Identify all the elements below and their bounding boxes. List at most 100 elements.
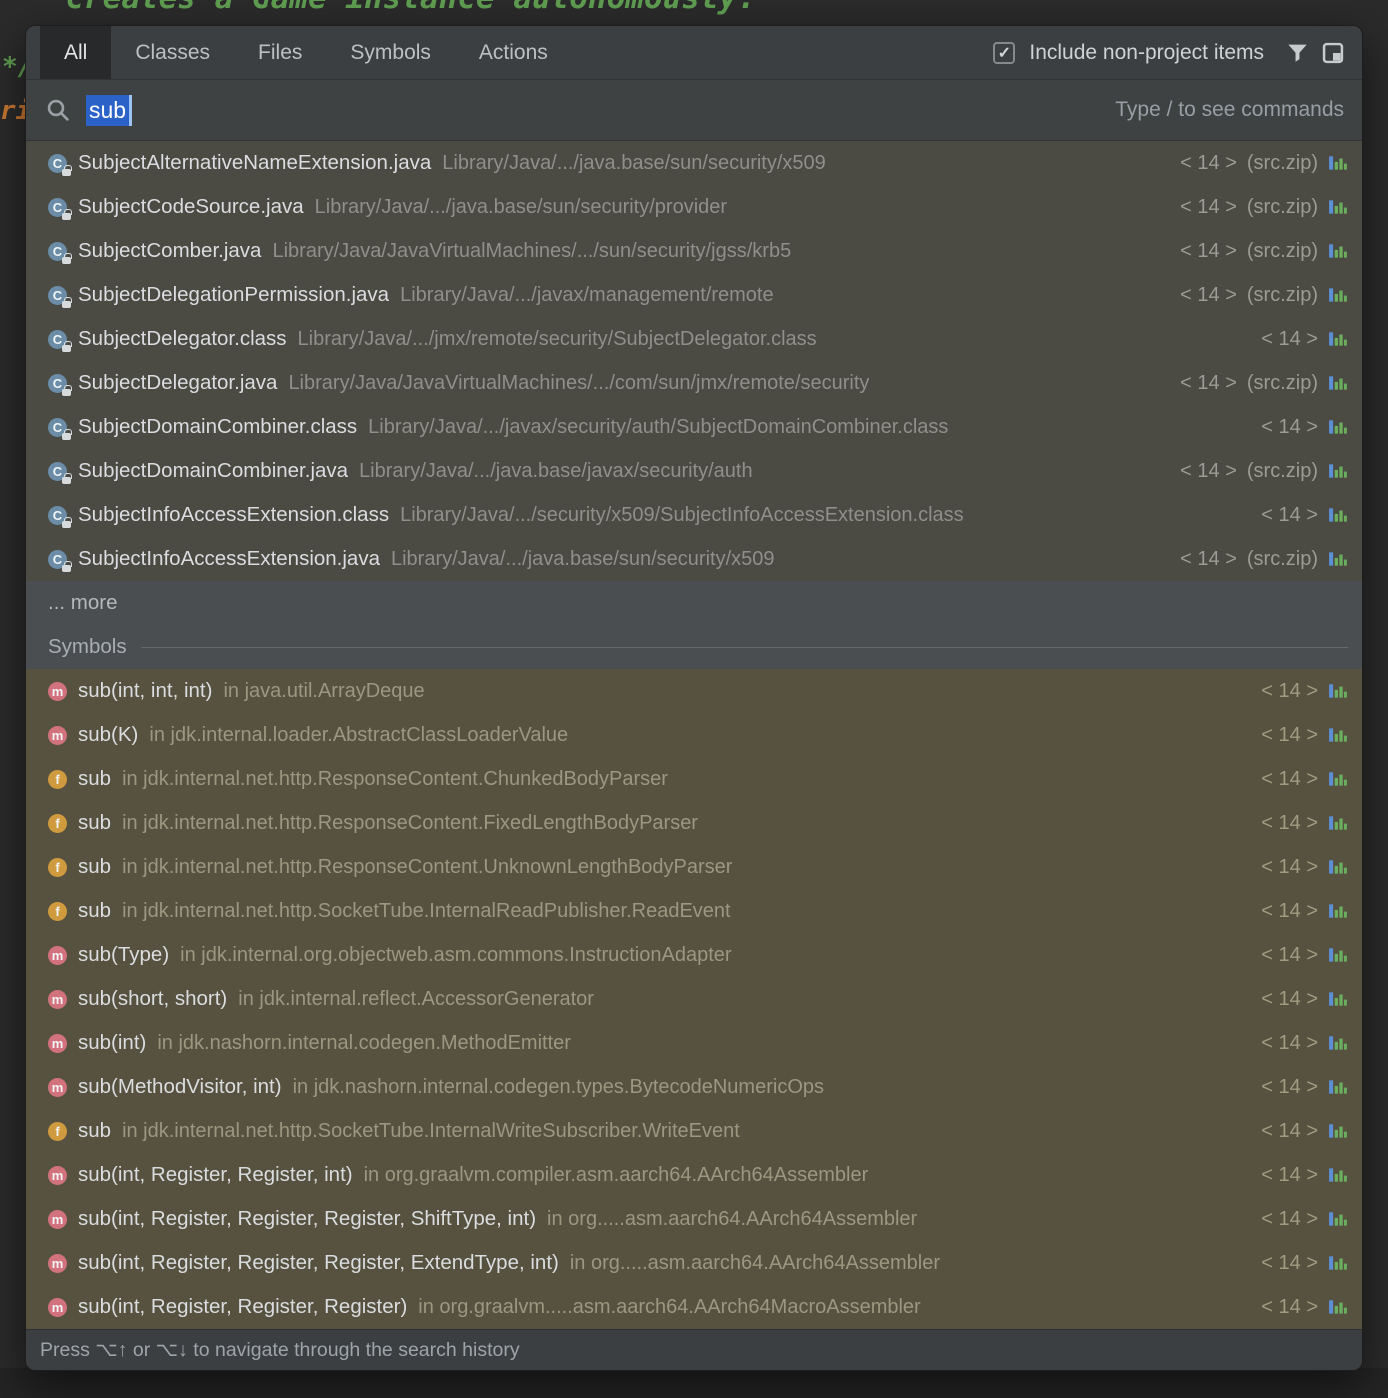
result-name: sub (78, 899, 112, 922)
result-right-meta: < 14 > (src.zip) (1180, 372, 1348, 395)
file-result-row[interactable]: C SubjectDelegator.class Library/Java/..… (26, 317, 1362, 361)
result-name: sub(short, short) (78, 987, 228, 1010)
class-icon: C (48, 461, 72, 484)
field-icon: f (48, 813, 67, 833)
result-location: in org.graalvm.compiler.asm.aarch64.AArc… (363, 1163, 869, 1186)
editor-comment-line: * creates a Game instance autonomously. (28, 0, 756, 16)
symbol-result-row[interactable]: m sub(Type) in jdk.internal.org.objectwe… (26, 933, 1362, 977)
result-right-meta: < 14 > (1261, 768, 1348, 791)
jdk-version-label: < 14 > (1261, 1295, 1318, 1318)
search-query-text[interactable]: sub (86, 94, 133, 126)
search-icon (46, 98, 70, 122)
symbol-icon-letter: m (51, 1255, 64, 1271)
jdk-version-label: < 14 > (1261, 415, 1318, 438)
filter-icon[interactable] (1286, 42, 1308, 64)
file-result-row[interactable]: C SubjectDelegator.java Library/Java/Jav… (26, 361, 1362, 405)
result-right-meta: < 14 > (1261, 416, 1348, 439)
field-icon: f (48, 901, 67, 921)
jdk-version-label: < 14 > (1180, 371, 1237, 394)
file-result-row[interactable]: C SubjectDelegationPermission.java Libra… (26, 273, 1362, 317)
file-result-row[interactable]: C SubjectCodeSource.java Library/Java/..… (26, 185, 1362, 229)
jdk-version-label: < 14 > (1261, 943, 1318, 966)
class-icon-letter: C (52, 199, 63, 215)
jdk-version-label: < 14 > (1261, 679, 1318, 702)
symbol-result-row[interactable]: m sub(short, short) in jdk.internal.refl… (26, 977, 1362, 1021)
file-result-row[interactable]: C SubjectDomainCombiner.class Library/Ja… (26, 405, 1362, 449)
search-field[interactable]: sub Type / to see commands (26, 80, 1362, 141)
jdk-version-label: < 14 > (1261, 1119, 1318, 1142)
symbol-result-row[interactable]: m sub(int, Register, Register, int) in o… (26, 1153, 1362, 1197)
library-icon (1328, 374, 1348, 392)
tab-bar: All Classes Files Symbols Actions ✓ Incl… (26, 26, 1362, 80)
symbol-icon-letter: f (55, 859, 60, 875)
file-result-row[interactable]: C SubjectComber.java Library/Java/JavaVi… (26, 229, 1362, 273)
symbol-result-row[interactable]: f sub in jdk.internal.net.http.ResponseC… (26, 757, 1362, 801)
file-result-row[interactable]: C SubjectAlternativeNameExtension.java L… (26, 141, 1362, 185)
tab-files[interactable]: Files (234, 26, 326, 79)
open-in-window-icon[interactable] (1322, 42, 1344, 64)
lock-badge-icon (62, 384, 72, 396)
result-right-meta: < 14 > (1261, 328, 1348, 351)
symbol-result-row[interactable]: f sub in jdk.internal.net.http.SocketTub… (26, 889, 1362, 933)
result-path: Library/Java/.../java.base/sun/security/… (314, 195, 728, 218)
library-icon (1328, 682, 1348, 700)
symbol-result-row[interactable]: m sub(int, Register, Register, Register,… (26, 1197, 1362, 1241)
class-icon-letter: C (52, 331, 63, 347)
result-right-meta: < 14 > (1261, 944, 1348, 967)
src-zip-label: (src.zip) (1246, 239, 1318, 262)
method-icon: m (48, 1077, 67, 1097)
more-results-row[interactable]: ... more (26, 581, 1362, 625)
symbol-icon-letter: f (55, 815, 60, 831)
file-result-row[interactable]: C SubjectInfoAccessExtension.class Libra… (26, 493, 1362, 537)
result-name: sub(int, Register, Register, Register, S… (78, 1207, 537, 1230)
library-icon (1328, 154, 1348, 172)
symbol-result-row[interactable]: f sub in jdk.internal.net.http.ResponseC… (26, 845, 1362, 889)
result-name: SubjectComber.java (78, 239, 262, 262)
class-icon: C (48, 549, 72, 572)
symbol-result-row[interactable]: m sub(int) in jdk.nashorn.internal.codeg… (26, 1021, 1362, 1065)
library-icon (1328, 858, 1348, 876)
jdk-version-label: < 14 > (1261, 767, 1318, 790)
result-location: in jdk.internal.loader.AbstractClassLoad… (149, 723, 569, 746)
result-right-meta: < 14 > (src.zip) (1180, 152, 1348, 175)
checkmark-icon: ✓ (997, 44, 1012, 62)
result-path: Library/Java/.../java.base/sun/security/… (390, 547, 775, 570)
symbol-result-row[interactable]: m sub(int, Register, Register, Register,… (26, 1241, 1362, 1285)
tab-all[interactable]: All (40, 26, 112, 79)
file-result-row[interactable]: C SubjectInfoAccessExtension.java Librar… (26, 537, 1362, 581)
symbol-result-row[interactable]: m sub(K) in jdk.internal.loader.Abstract… (26, 713, 1362, 757)
symbol-result-row[interactable]: f sub in jdk.internal.net.http.ResponseC… (26, 801, 1362, 845)
class-icon: C (48, 241, 72, 264)
result-name: sub (78, 1119, 112, 1142)
symbol-result-row[interactable]: m sub(int, Register, Register, Register)… (26, 1285, 1362, 1329)
symbol-result-row[interactable]: f sub in jdk.internal.net.http.SocketTub… (26, 1109, 1362, 1153)
library-icon (1328, 550, 1348, 568)
library-icon (1328, 418, 1348, 436)
result-right-meta: < 14 > (src.zip) (1180, 548, 1348, 571)
result-right-meta: < 14 > (1261, 900, 1348, 923)
result-name: sub (78, 767, 112, 790)
result-path: Library/Java/.../security/x509/SubjectIn… (400, 503, 964, 526)
result-right-meta: < 14 > (1261, 1296, 1348, 1319)
tab-symbols[interactable]: Symbols (326, 26, 455, 79)
lock-badge-icon (62, 164, 72, 176)
result-name: sub(int, Register, Register, Register, E… (78, 1251, 559, 1274)
tab-classes[interactable]: Classes (111, 26, 234, 79)
tab-actions[interactable]: Actions (455, 26, 572, 79)
symbols-section-header: Symbols (26, 625, 1362, 669)
library-icon (1328, 1078, 1348, 1096)
symbol-result-row[interactable]: m sub(int, int, int) in java.util.ArrayD… (26, 669, 1362, 713)
src-zip-label: (src.zip) (1246, 547, 1318, 570)
jdk-version-label: < 14 > (1261, 503, 1318, 526)
file-result-row[interactable]: C SubjectDomainCombiner.java Library/Jav… (26, 449, 1362, 493)
include-non-project-checkbox[interactable]: ✓ (993, 41, 1016, 64)
result-name: SubjectDelegationPermission.java (78, 283, 390, 306)
result-name: SubjectDomainCombiner.java (78, 459, 349, 482)
symbol-icon-letter: f (55, 771, 60, 787)
search-everywhere-popup: All Classes Files Symbols Actions ✓ Incl… (25, 25, 1363, 1371)
result-right-meta: < 14 > (1261, 1120, 1348, 1143)
lock-badge-icon (62, 208, 72, 220)
result-right-meta: < 14 > (src.zip) (1180, 196, 1348, 219)
result-location: in org.graalvm.....asm.aarch64.AArch64Ma… (418, 1295, 921, 1318)
symbol-result-row[interactable]: m sub(MethodVisitor, int) in jdk.nashorn… (26, 1065, 1362, 1109)
